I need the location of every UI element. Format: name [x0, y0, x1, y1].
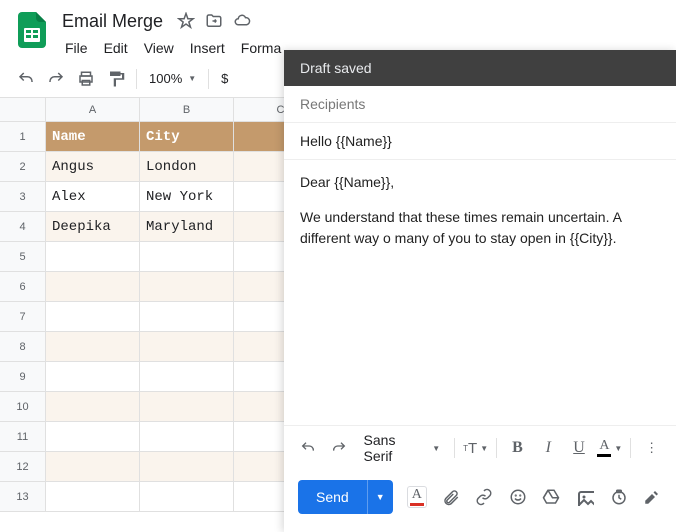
compose-panel: Draft saved Recipients Hello {{Name}} De… — [284, 50, 676, 532]
cell[interactable] — [140, 422, 234, 452]
body-text: We understand that these times remain un… — [300, 207, 660, 249]
cell[interactable] — [140, 302, 234, 332]
separator — [136, 69, 137, 89]
cell[interactable] — [46, 242, 140, 272]
menu-edit[interactable]: Edit — [97, 36, 135, 60]
menu-file[interactable]: File — [58, 36, 95, 60]
cell[interactable] — [140, 242, 234, 272]
image-icon[interactable] — [575, 486, 595, 508]
cell[interactable]: Deepika — [46, 212, 140, 242]
row-header[interactable]: 10 — [0, 392, 46, 422]
zoom-select[interactable]: 100%▼ — [143, 71, 202, 86]
send-options-button[interactable]: ▼ — [367, 480, 393, 514]
compose-status: Draft saved — [284, 50, 676, 86]
bold-button[interactable]: B — [505, 435, 530, 461]
separator — [208, 69, 209, 89]
col-header-a[interactable]: A — [46, 98, 140, 122]
font-select[interactable]: Sans Serif▼ — [358, 432, 447, 464]
link-icon[interactable] — [474, 486, 494, 508]
row-header[interactable]: 2 — [0, 152, 46, 182]
cell[interactable] — [46, 482, 140, 512]
signature-icon[interactable] — [642, 486, 662, 508]
cell[interactable] — [140, 362, 234, 392]
underline-button[interactable]: U — [567, 435, 592, 461]
cell[interactable] — [140, 392, 234, 422]
cell[interactable]: London — [140, 152, 234, 182]
separator — [454, 438, 455, 458]
cell[interactable] — [46, 302, 140, 332]
italic-button[interactable]: I — [536, 435, 561, 461]
body-greeting: Dear {{Name}}, — [300, 172, 660, 193]
print-icon[interactable] — [72, 65, 100, 93]
cell[interactable]: Angus — [46, 152, 140, 182]
more-formatting-icon[interactable]: ⋮ — [639, 435, 664, 461]
recipients-field[interactable]: Recipients — [284, 86, 676, 123]
cell[interactable] — [46, 392, 140, 422]
cell[interactable] — [140, 272, 234, 302]
row-header[interactable]: 7 — [0, 302, 46, 332]
cell[interactable] — [140, 452, 234, 482]
move-folder-icon[interactable] — [205, 12, 223, 30]
row-header[interactable]: 4 — [0, 212, 46, 242]
menu-view[interactable]: View — [137, 36, 181, 60]
cell[interactable] — [140, 482, 234, 512]
currency-button[interactable]: $ — [215, 71, 234, 86]
attach-icon[interactable] — [441, 486, 461, 508]
cloud-status-icon[interactable] — [233, 12, 251, 30]
undo-icon[interactable] — [296, 435, 321, 461]
cell[interactable] — [46, 422, 140, 452]
redo-icon[interactable] — [327, 435, 352, 461]
font-size-icon[interactable]: TT▼ — [463, 435, 488, 461]
redo-icon[interactable] — [42, 65, 70, 93]
cell[interactable]: Alex — [46, 182, 140, 212]
row-header[interactable]: 5 — [0, 242, 46, 272]
row-header[interactable]: 1 — [0, 122, 46, 152]
row-header[interactable]: 11 — [0, 422, 46, 452]
emoji-icon[interactable] — [508, 486, 528, 508]
cell[interactable]: Name — [46, 122, 140, 152]
row-header[interactable]: 3 — [0, 182, 46, 212]
separator — [496, 438, 497, 458]
undo-icon[interactable] — [12, 65, 40, 93]
format-toolbar: Sans Serif▼ TT▼ B I U A▼ ⋮ — [284, 425, 676, 470]
send-button-group: Send ▼ — [298, 480, 393, 514]
drive-icon[interactable] — [542, 486, 562, 508]
sheets-logo[interactable] — [12, 10, 52, 50]
cell[interactable] — [140, 332, 234, 362]
text-color-button[interactable]: A▼ — [597, 435, 622, 461]
cell[interactable] — [46, 332, 140, 362]
cell[interactable]: Maryland — [140, 212, 234, 242]
cell[interactable] — [46, 452, 140, 482]
cell[interactable] — [46, 362, 140, 392]
star-icon[interactable] — [177, 12, 195, 30]
paint-format-icon[interactable] — [102, 65, 130, 93]
menu-insert[interactable]: Insert — [183, 36, 232, 60]
row-header[interactable]: 8 — [0, 332, 46, 362]
row-header[interactable]: 9 — [0, 362, 46, 392]
row-header[interactable]: 6 — [0, 272, 46, 302]
row-header[interactable]: 12 — [0, 452, 46, 482]
col-header-b[interactable]: B — [140, 98, 234, 122]
menu-format[interactable]: Forma — [234, 36, 288, 60]
compose-body[interactable]: Dear {{Name}}, We understand that these … — [284, 160, 676, 425]
text-color-action-icon[interactable]: A — [407, 486, 427, 508]
cell[interactable] — [46, 272, 140, 302]
select-all-corner[interactable] — [0, 98, 46, 122]
cell[interactable]: New York — [140, 182, 234, 212]
doc-title[interactable]: Email Merge — [58, 9, 167, 34]
subject-field[interactable]: Hello {{Name}} — [284, 123, 676, 160]
confidential-icon[interactable] — [609, 486, 629, 508]
cell[interactable]: City — [140, 122, 234, 152]
send-button[interactable]: Send — [298, 480, 367, 514]
separator — [630, 438, 631, 458]
row-header[interactable]: 13 — [0, 482, 46, 512]
